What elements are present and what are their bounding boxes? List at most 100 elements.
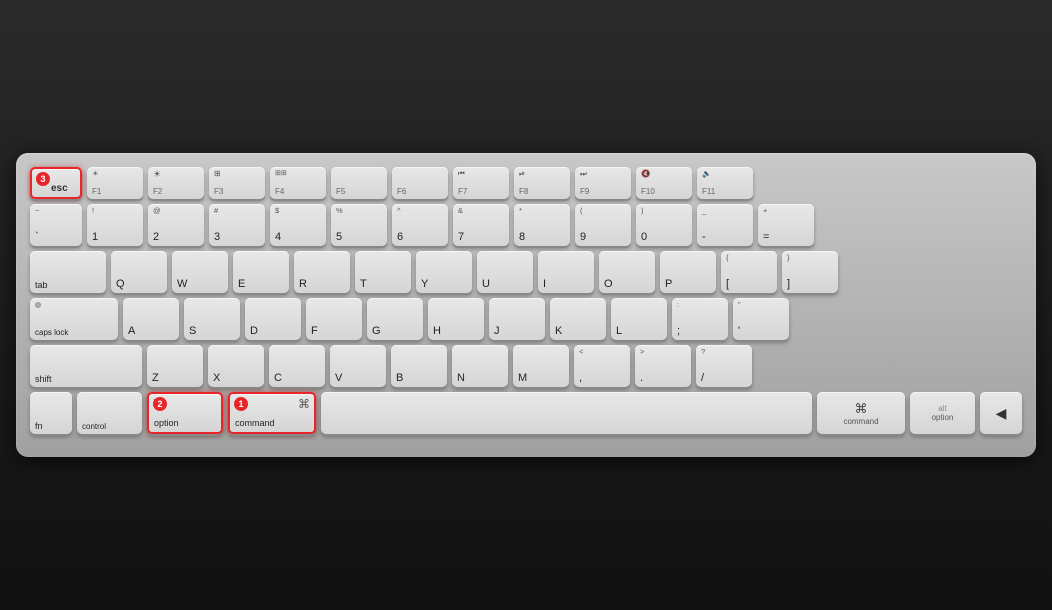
key-f7[interactable]: ⏮ F7	[453, 167, 509, 199]
key-3[interactable]: # 3	[209, 204, 265, 246]
key-j[interactable]: J	[489, 298, 545, 340]
key-y[interactable]: Y	[416, 251, 472, 293]
f9-label: F9	[580, 188, 589, 196]
key-c[interactable]: C	[269, 345, 325, 387]
fn-row: 3 esc ☀ F1 ☀ F2 ⊞ F3 ⊞⊞ F4 F5	[30, 167, 1022, 199]
key-control[interactable]: control	[77, 392, 142, 434]
key-f4[interactable]: ⊞⊞ F4	[270, 167, 326, 199]
key-b[interactable]: B	[391, 345, 447, 387]
key-1[interactable]: ! 1	[87, 204, 143, 246]
capslock-indicator	[35, 302, 41, 308]
key-k[interactable]: K	[550, 298, 606, 340]
key-p[interactable]: P	[660, 251, 716, 293]
key-f2[interactable]: ☀ F2	[148, 167, 204, 199]
key-5[interactable]: % 5	[331, 204, 387, 246]
f11-label: F11	[702, 188, 715, 196]
key-semicolon[interactable]: : ;	[672, 298, 728, 340]
key-h[interactable]: H	[428, 298, 484, 340]
command-right-symbol: ⌘	[855, 401, 868, 417]
f5-label: F5	[336, 188, 345, 196]
key-f6[interactable]: F6	[392, 167, 448, 199]
key-shift-left[interactable]: shift	[30, 345, 142, 387]
key-f9[interactable]: ⏭ F9	[575, 167, 631, 199]
f1-label: F1	[92, 188, 101, 196]
key-f8[interactable]: ⏯ F8	[514, 167, 570, 199]
asdf-row: caps lock A S D F G H J K L : ; " '	[30, 298, 1022, 340]
key-capslock[interactable]: caps lock	[30, 298, 118, 340]
f11-icon: 🔈	[702, 170, 711, 178]
key-minus[interactable]: _ -	[697, 204, 753, 246]
key-s[interactable]: S	[184, 298, 240, 340]
key-command-left[interactable]: 1 ⌘ command	[228, 392, 316, 434]
key-quote[interactable]: " '	[733, 298, 789, 340]
key-tab[interactable]: tab	[30, 251, 106, 293]
key-f11[interactable]: 🔈 F11	[697, 167, 753, 199]
key-g[interactable]: G	[367, 298, 423, 340]
key-equals[interactable]: + =	[758, 204, 814, 246]
f1-icon: ☀	[92, 170, 99, 178]
key-f[interactable]: F	[306, 298, 362, 340]
key-7[interactable]: & 7	[453, 204, 509, 246]
arrow-left-icon: ◀	[996, 405, 1007, 422]
key-bracket-right[interactable]: } ]	[782, 251, 838, 293]
f2-icon: ☀	[153, 170, 161, 179]
key-l[interactable]: L	[611, 298, 667, 340]
key-z[interactable]: Z	[147, 345, 203, 387]
badge-option: 2	[153, 397, 167, 411]
key-2[interactable]: @ 2	[148, 204, 204, 246]
key-command-right[interactable]: ⌘ command	[817, 392, 905, 434]
bottom-row: fn control 2 alt option 1 ⌘ command ⌘ co…	[30, 392, 1022, 434]
key-6[interactable]: ^ 6	[392, 204, 448, 246]
key-a[interactable]: A	[123, 298, 179, 340]
f3-label: F3	[214, 188, 223, 196]
key-option-left[interactable]: 2 alt option	[147, 392, 223, 434]
key-comma[interactable]: < ,	[574, 345, 630, 387]
key-w[interactable]: W	[172, 251, 228, 293]
key-v[interactable]: V	[330, 345, 386, 387]
key-esc[interactable]: 3 esc	[30, 167, 82, 199]
key-9[interactable]: ( 9	[575, 204, 631, 246]
key-8[interactable]: * 8	[514, 204, 570, 246]
key-r[interactable]: R	[294, 251, 350, 293]
key-slash[interactable]: ? /	[696, 345, 752, 387]
f7-label: F7	[458, 188, 467, 196]
f4-icon: ⊞⊞	[275, 170, 287, 177]
badge-command: 1	[234, 397, 248, 411]
key-n[interactable]: N	[452, 345, 508, 387]
key-f10[interactable]: 🔇 F10	[636, 167, 692, 199]
option-right-label: option	[932, 413, 954, 422]
f2-label: F2	[153, 188, 162, 196]
f8-icon: ⏯	[519, 170, 525, 178]
key-f5[interactable]: F5	[331, 167, 387, 199]
option-right-alt: alt	[938, 404, 946, 413]
key-m[interactable]: M	[513, 345, 569, 387]
key-t[interactable]: T	[355, 251, 411, 293]
key-fn[interactable]: fn	[30, 392, 72, 434]
key-4[interactable]: $ 4	[270, 204, 326, 246]
key-arrow-left[interactable]: ◀	[980, 392, 1022, 434]
f10-icon: 🔇	[641, 170, 650, 178]
f6-label: F6	[397, 188, 406, 196]
key-f3[interactable]: ⊞ F3	[209, 167, 265, 199]
key-u[interactable]: U	[477, 251, 533, 293]
key-q[interactable]: Q	[111, 251, 167, 293]
f7-icon: ⏮	[458, 170, 465, 178]
key-tilde[interactable]: ~ `	[30, 204, 82, 246]
key-space[interactable]	[321, 392, 812, 434]
key-f1[interactable]: ☀ F1	[87, 167, 143, 199]
keyboard-background: 3 esc ☀ F1 ☀ F2 ⊞ F3 ⊞⊞ F4 F5	[0, 0, 1052, 610]
key-e[interactable]: E	[233, 251, 289, 293]
key-o[interactable]: O	[599, 251, 655, 293]
key-option-right[interactable]: alt option	[910, 392, 975, 434]
f8-label: F8	[519, 188, 528, 196]
number-row: ~ ` ! 1 @ 2 # 3 $ 4 % 5	[30, 204, 1022, 246]
key-period[interactable]: > .	[635, 345, 691, 387]
keyboard: 3 esc ☀ F1 ☀ F2 ⊞ F3 ⊞⊞ F4 F5	[16, 153, 1036, 457]
key-d[interactable]: D	[245, 298, 301, 340]
key-bracket-left[interactable]: { [	[721, 251, 777, 293]
f9-icon: ⏭	[580, 170, 587, 178]
f10-label: F10	[641, 188, 655, 196]
key-x[interactable]: X	[208, 345, 264, 387]
key-0[interactable]: ) 0	[636, 204, 692, 246]
key-i[interactable]: I	[538, 251, 594, 293]
